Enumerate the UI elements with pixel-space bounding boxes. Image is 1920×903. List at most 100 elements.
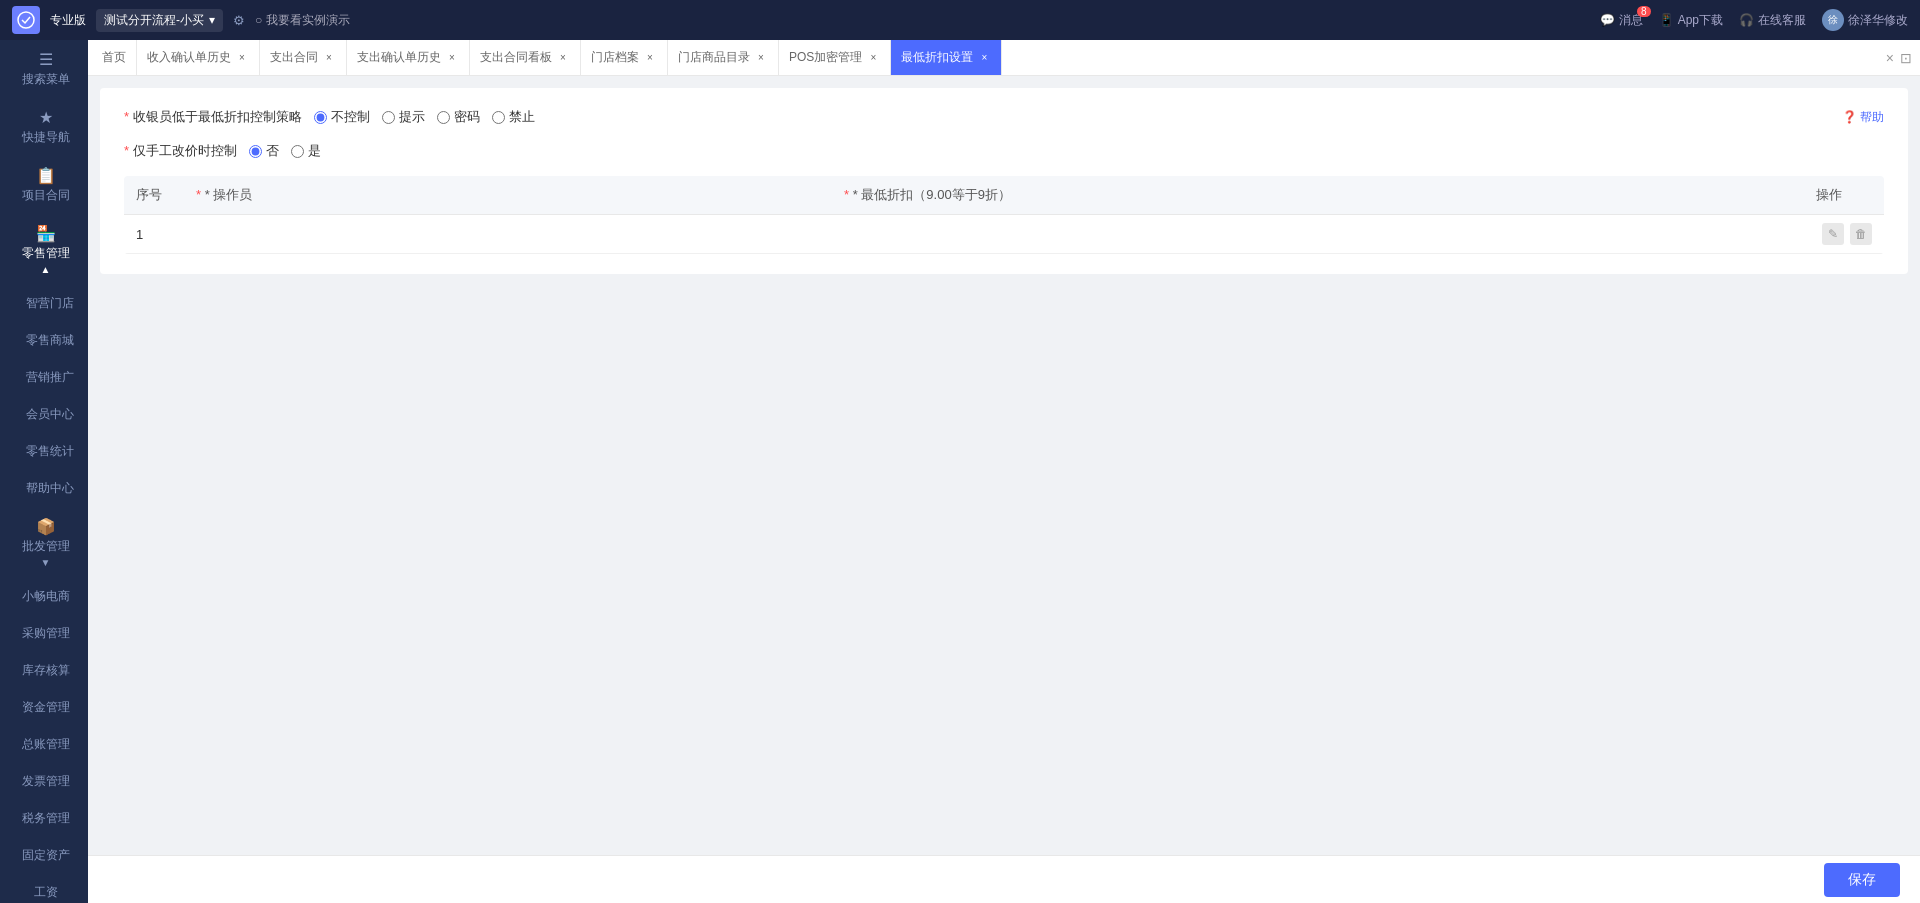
- col-header-discount: * * 最低折扣（9.00等于9折）: [832, 176, 1804, 215]
- policy-hint-radio[interactable]: [382, 111, 395, 124]
- sidebar-item-retail-stats[interactable]: 零售统计: [0, 433, 88, 470]
- sidebar-label-member: 会员中心: [26, 406, 74, 423]
- tab-income-history-label: 收入确认单历史: [147, 49, 231, 66]
- tab-min-discount-label: 最低折扣设置: [901, 49, 973, 66]
- sidebar-item-tax[interactable]: 税务管理: [0, 800, 88, 837]
- sidebar-item-quicknav[interactable]: ★ 快捷导航: [0, 98, 88, 156]
- sidebar-item-retail-mall[interactable]: 零售商城: [0, 322, 88, 359]
- message-button[interactable]: 💬 消息 8: [1600, 12, 1643, 29]
- tab-payment-history[interactable]: 支出确认单历史 ×: [347, 40, 470, 76]
- sidebar-item-member[interactable]: 会员中心: [0, 396, 88, 433]
- tab-income-history-close[interactable]: ×: [235, 51, 249, 65]
- demo-link[interactable]: ○ 我要看实例演示: [255, 12, 350, 29]
- app-version-label: 专业版: [50, 12, 86, 29]
- save-button[interactable]: 保存: [1824, 863, 1900, 897]
- policy-no-control-radio[interactable]: [314, 111, 327, 124]
- cell-operator: [184, 215, 832, 254]
- tab-payment-history-close[interactable]: ×: [445, 51, 459, 65]
- sidebar-item-ecommerce[interactable]: 小畅电商: [0, 578, 88, 615]
- sidebar-label-help: 帮助中心: [26, 480, 74, 497]
- sidebar-item-finance[interactable]: 资金管理: [0, 689, 88, 726]
- policy-label: *收银员低于最低折扣控制策略: [124, 108, 302, 126]
- tab-payment-contract-close[interactable]: ×: [322, 51, 336, 65]
- tab-payment-contract[interactable]: 支出合同 ×: [260, 40, 347, 76]
- arrow-up-icon: ▲: [41, 264, 51, 275]
- sidebar-label-salary: 工资: [34, 884, 58, 901]
- manual-yes-radio[interactable]: [291, 145, 304, 158]
- sidebar-item-purchase[interactable]: 采购管理: [0, 615, 88, 652]
- tab-store-products-label: 门店商品目录: [678, 49, 750, 66]
- chevron-down-icon: ▾: [209, 13, 215, 27]
- manual-no-radio[interactable]: [249, 145, 262, 158]
- project-name: 测试分开流程-小买: [104, 12, 204, 29]
- close-tab-icon[interactable]: ×: [1886, 50, 1894, 66]
- tab-bar: 首页 收入确认单历史 × 支出合同 × 支出确认单历史 × 支出合同看板 × 门…: [88, 40, 1920, 76]
- required-mark-2: *: [124, 143, 129, 158]
- settings-icon[interactable]: ⚙: [233, 13, 245, 28]
- tab-min-discount[interactable]: 最低折扣设置 ×: [891, 40, 1002, 76]
- user-profile-button[interactable]: 徐 徐泽华修改: [1822, 9, 1908, 31]
- policy-password-radio[interactable]: [437, 111, 450, 124]
- policy-forbid-radio[interactable]: [492, 111, 505, 124]
- sidebar-item-ledger[interactable]: 总账管理: [0, 726, 88, 763]
- tab-pos-password[interactable]: POS加密管理 ×: [779, 40, 891, 76]
- download-icon: 📱: [1659, 13, 1674, 27]
- sidebar-item-inventory[interactable]: 库存核算: [0, 652, 88, 689]
- help-link[interactable]: ❓ 帮助: [1842, 109, 1884, 126]
- tab-store-archive-label: 门店档案: [591, 49, 639, 66]
- col-header-operator: * * 操作员: [184, 176, 832, 215]
- tab-store-products[interactable]: 门店商品目录 ×: [668, 40, 779, 76]
- table-row: 1 ✎ 🗑: [124, 215, 1884, 254]
- sidebar-item-marketing[interactable]: 营销推广: [0, 359, 88, 396]
- policy-hint[interactable]: 提示: [382, 108, 425, 126]
- delete-icon[interactable]: 🗑: [1850, 223, 1872, 245]
- manual-yes[interactable]: 是: [291, 142, 321, 160]
- sidebar-label-assets: 固定资产: [22, 847, 70, 864]
- help-label: 帮助: [1860, 109, 1884, 126]
- tab-income-history[interactable]: 收入确认单历史 ×: [137, 40, 260, 76]
- policy-password[interactable]: 密码: [437, 108, 480, 126]
- sidebar-item-retail[interactable]: 🏪 零售管理 ▲: [0, 214, 88, 285]
- sidebar-item-assets[interactable]: 固定资产: [0, 837, 88, 874]
- sidebar-item-search[interactable]: ☰ 搜索菜单: [0, 40, 88, 98]
- tab-payment-board[interactable]: 支出合同看板 ×: [470, 40, 581, 76]
- policy-no-control[interactable]: 不控制: [314, 108, 370, 126]
- policy-forbid-label: 禁止: [509, 108, 535, 126]
- manual-label: *仅手工改价时控制: [124, 142, 237, 160]
- project-selector[interactable]: 测试分开流程-小买 ▾: [96, 9, 223, 32]
- sidebar-item-salary[interactable]: 工资: [0, 874, 88, 903]
- tab-pos-password-close[interactable]: ×: [866, 51, 880, 65]
- sidebar-label-ecommerce: 小畅电商: [22, 588, 70, 605]
- avatar: 徐: [1822, 9, 1844, 31]
- sidebar-label-tax: 税务管理: [22, 810, 70, 827]
- sidebar-label-ledger: 总账管理: [22, 736, 70, 753]
- top-bar: 专业版 测试分开流程-小买 ▾ ⚙ ○ 我要看实例演示 💬 消息 8 📱 App…: [0, 0, 1920, 40]
- cell-min-discount: [832, 215, 1804, 254]
- policy-forbid[interactable]: 禁止: [492, 108, 535, 126]
- edit-icon[interactable]: ✎: [1822, 223, 1844, 245]
- sidebar-item-smart-store[interactable]: 智营门店: [0, 285, 88, 322]
- manual-form-row: *仅手工改价时控制 否 是: [124, 142, 1884, 160]
- policy-no-control-label: 不控制: [331, 108, 370, 126]
- tab-min-discount-close[interactable]: ×: [977, 51, 991, 65]
- policy-radio-group: 不控制 提示 密码 禁止: [314, 108, 535, 126]
- tab-store-archive[interactable]: 门店档案 ×: [581, 40, 668, 76]
- sidebar-item-invoice[interactable]: 发票管理: [0, 763, 88, 800]
- sidebar-item-help[interactable]: 帮助中心: [0, 470, 88, 507]
- demo-label: 我要看实例演示: [266, 12, 350, 29]
- app-download-button[interactable]: 📱 App下载: [1659, 12, 1723, 29]
- sidebar-item-wholesale[interactable]: 📦 批发管理 ▼: [0, 507, 88, 578]
- tab-payment-board-close[interactable]: ×: [556, 51, 570, 65]
- tab-home[interactable]: 首页: [92, 40, 137, 76]
- maximize-icon[interactable]: ⊡: [1900, 50, 1912, 66]
- tab-store-archive-close[interactable]: ×: [643, 51, 657, 65]
- sidebar-label-inventory: 库存核算: [22, 662, 70, 679]
- customer-service-button[interactable]: 🎧 在线客服: [1739, 12, 1806, 29]
- manual-no[interactable]: 否: [249, 142, 279, 160]
- wholesale-icon: 📦: [36, 517, 56, 536]
- tab-store-products-close[interactable]: ×: [754, 51, 768, 65]
- policy-form-row: *收银员低于最低折扣控制策略 不控制 提示 密码: [124, 108, 1884, 126]
- sidebar-item-project[interactable]: 📋 项目合同: [0, 156, 88, 214]
- sidebar-label-finance: 资金管理: [22, 699, 70, 716]
- tab-pos-password-label: POS加密管理: [789, 49, 862, 66]
